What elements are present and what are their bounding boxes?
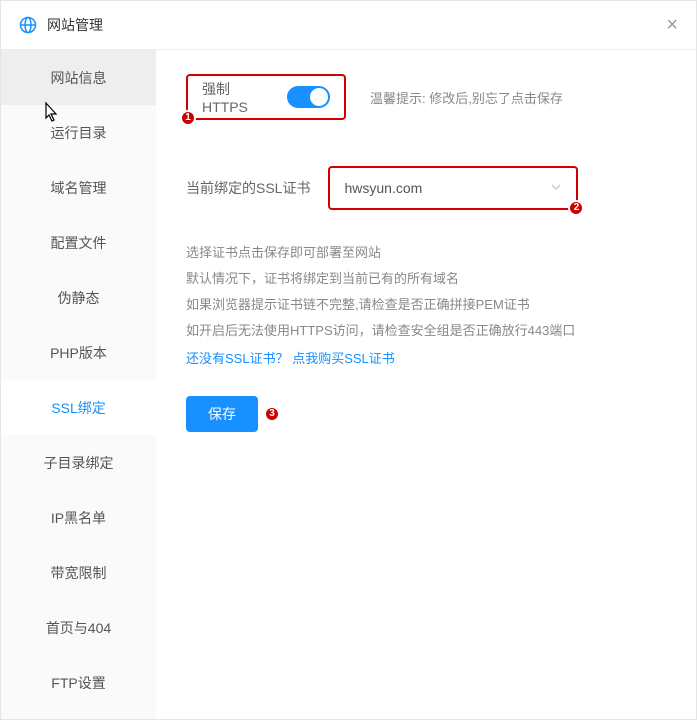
help-line: 选择证书点击保存即可部署至网站 [186, 240, 666, 266]
callout-badge-3: 3 [264, 406, 280, 422]
sidebar-item-index404[interactable]: 首页与404 [1, 600, 156, 655]
save-button[interactable]: 保存 3 [186, 396, 258, 432]
sidebar-item-label: 网站信息 [51, 68, 107, 88]
close-icon[interactable]: × [666, 15, 678, 35]
sidebar-item-rewrite[interactable]: 伪静态 [1, 270, 156, 325]
sidebar-item-label: 子目录绑定 [44, 453, 114, 473]
callout-badge-2: 2 [568, 200, 584, 216]
ssl-cert-value: hwsyun.com [344, 180, 550, 196]
modal-header: 网站管理 × [1, 1, 696, 50]
sidebar-item-site-info[interactable]: 网站信息 [1, 50, 156, 105]
help-text: 选择证书点击保存即可部署至网站 默认情况下，证书将绑定到当前已有的所有域名 如果… [186, 240, 666, 372]
sidebar-item-label: PHP版本 [50, 343, 107, 363]
no-ssl-question: 还没有SSL证书？ [186, 351, 289, 366]
buy-ssl-link[interactable]: 点我购买SSL证书 [292, 351, 395, 366]
sidebar-item-ssl[interactable]: SSL绑定 [1, 380, 156, 435]
sidebar-item-config[interactable]: 配置文件 [1, 215, 156, 270]
force-https-switch[interactable] [287, 86, 330, 108]
sidebar-item-ipblack[interactable]: IP黑名单 [1, 490, 156, 545]
help-line: 如开启后无法使用HTTPS访问，请检查安全组是否正确放行443端口 [186, 318, 666, 344]
sidebar-item-run-dir[interactable]: 运行目录 [1, 105, 156, 160]
ssl-cert-label: 当前绑定的SSL证书 [186, 178, 310, 198]
globe-icon [19, 16, 37, 34]
sidebar-item-bandwidth[interactable]: 带宽限制 [1, 545, 156, 600]
content-panel: 强制HTTPS 1 温馨提示: 修改后,别忘了点击保存 当前绑定的SSL证书 h… [156, 50, 696, 719]
chevron-down-icon [550, 181, 562, 196]
help-line: 默认情况下，证书将绑定到当前已有的所有域名 [186, 266, 666, 292]
sidebar-item-ftp[interactable]: FTP设置 [1, 655, 156, 710]
ssl-cert-select[interactable]: hwsyun.com 2 [328, 166, 578, 210]
modal-title: 网站管理 [47, 15, 666, 35]
https-hint: 温馨提示: 修改后,别忘了点击保存 [370, 88, 563, 107]
force-https-box: 强制HTTPS 1 [186, 74, 346, 120]
sidebar-item-label: 带宽限制 [51, 563, 107, 583]
save-button-label: 保存 [208, 404, 236, 424]
help-line: 如果浏览器提示证书链不完整,请检查是否正确拼接PEM证书 [186, 292, 666, 318]
sidebar-item-label: SSL绑定 [51, 398, 105, 418]
sidebar-item-label: 伪静态 [58, 288, 100, 308]
sidebar-item-subdir[interactable]: 子目录绑定 [1, 435, 156, 490]
sidebar-item-label: IP黑名单 [51, 508, 106, 528]
sidebar-item-label: FTP设置 [51, 673, 105, 693]
callout-badge-1: 1 [180, 110, 196, 126]
sidebar-item-label: 配置文件 [51, 233, 107, 253]
sidebar-item-domain[interactable]: 域名管理 [1, 160, 156, 215]
sidebar: 网站信息 运行目录 域名管理 配置文件 伪静态 PHP版本 SSL绑定 子目录绑… [1, 50, 156, 719]
sidebar-item-label: 运行目录 [51, 123, 107, 143]
sidebar-item-label: 域名管理 [51, 178, 107, 198]
sidebar-item-label: 首页与404 [46, 618, 111, 638]
force-https-label: 强制HTTPS [202, 79, 275, 115]
sidebar-item-php[interactable]: PHP版本 [1, 325, 156, 380]
